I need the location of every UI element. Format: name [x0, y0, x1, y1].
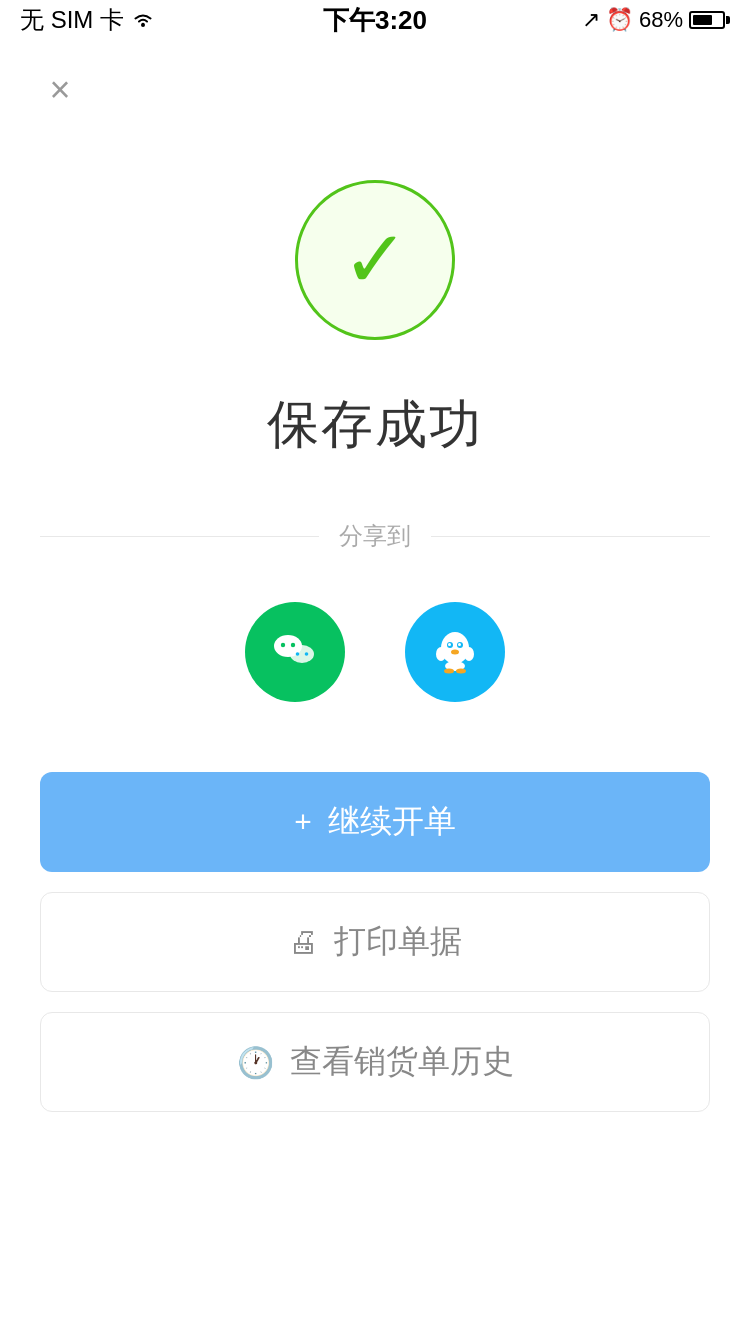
- status-time: 下午3:20: [323, 3, 427, 38]
- no-sim-label: 无 SIM 卡: [20, 4, 124, 36]
- battery-percent: 68%: [639, 7, 683, 33]
- svg-point-5: [296, 652, 300, 656]
- print-label: 打印单据: [334, 920, 462, 964]
- svg-point-14: [458, 643, 461, 646]
- svg-point-15: [451, 650, 459, 655]
- share-divider: 分享到: [40, 520, 710, 552]
- svg-point-9: [436, 647, 446, 661]
- qq-share-button[interactable]: [405, 602, 505, 702]
- svg-point-17: [456, 669, 466, 674]
- action-buttons: + 继续开单 🖨 打印单据 🕐 查看销货单历史: [40, 772, 710, 1112]
- status-left: 无 SIM 卡: [20, 4, 154, 36]
- close-button[interactable]: ×: [30, 60, 90, 120]
- history-button[interactable]: 🕐 查看销货单历史: [40, 1012, 710, 1112]
- wechat-icon: [267, 624, 323, 680]
- battery-icon: [689, 11, 730, 29]
- qq-icon: [427, 624, 483, 680]
- status-bar: 无 SIM 卡 下午3:20 ↗ ⏰ 68%: [0, 0, 750, 40]
- share-icons: [245, 602, 505, 702]
- svg-point-3: [281, 643, 285, 647]
- main-content: ✓ 保存成功 分享到: [0, 140, 750, 1334]
- print-button[interactable]: 🖨 打印单据: [40, 892, 710, 992]
- divider-left: [40, 536, 319, 537]
- svg-point-2: [290, 645, 314, 663]
- history-label: 查看销货单历史: [290, 1040, 514, 1084]
- svg-point-16: [444, 669, 454, 674]
- svg-point-10: [464, 647, 474, 661]
- svg-point-4: [291, 643, 295, 647]
- wifi-icon: [132, 6, 154, 34]
- print-icon: 🖨: [288, 925, 318, 959]
- status-right: ↗ ⏰ 68%: [582, 7, 730, 33]
- plus-icon: +: [294, 805, 312, 839]
- svg-point-0: [141, 23, 145, 27]
- svg-point-7: [441, 632, 469, 664]
- wechat-share-button[interactable]: [245, 602, 345, 702]
- continue-order-label: 继续开单: [328, 800, 456, 844]
- divider-right: [431, 536, 710, 537]
- svg-point-6: [305, 652, 309, 656]
- checkmark-icon: ✓: [342, 220, 409, 300]
- location-icon: ↗: [582, 7, 600, 33]
- success-title: 保存成功: [267, 390, 483, 460]
- success-circle: ✓: [295, 180, 455, 340]
- alarm-icon: ⏰: [606, 7, 633, 33]
- history-icon: 🕐: [237, 1045, 274, 1080]
- continue-order-button[interactable]: + 继续开单: [40, 772, 710, 872]
- share-label: 分享到: [339, 520, 411, 552]
- close-icon: ×: [49, 72, 70, 108]
- svg-point-13: [448, 643, 451, 646]
